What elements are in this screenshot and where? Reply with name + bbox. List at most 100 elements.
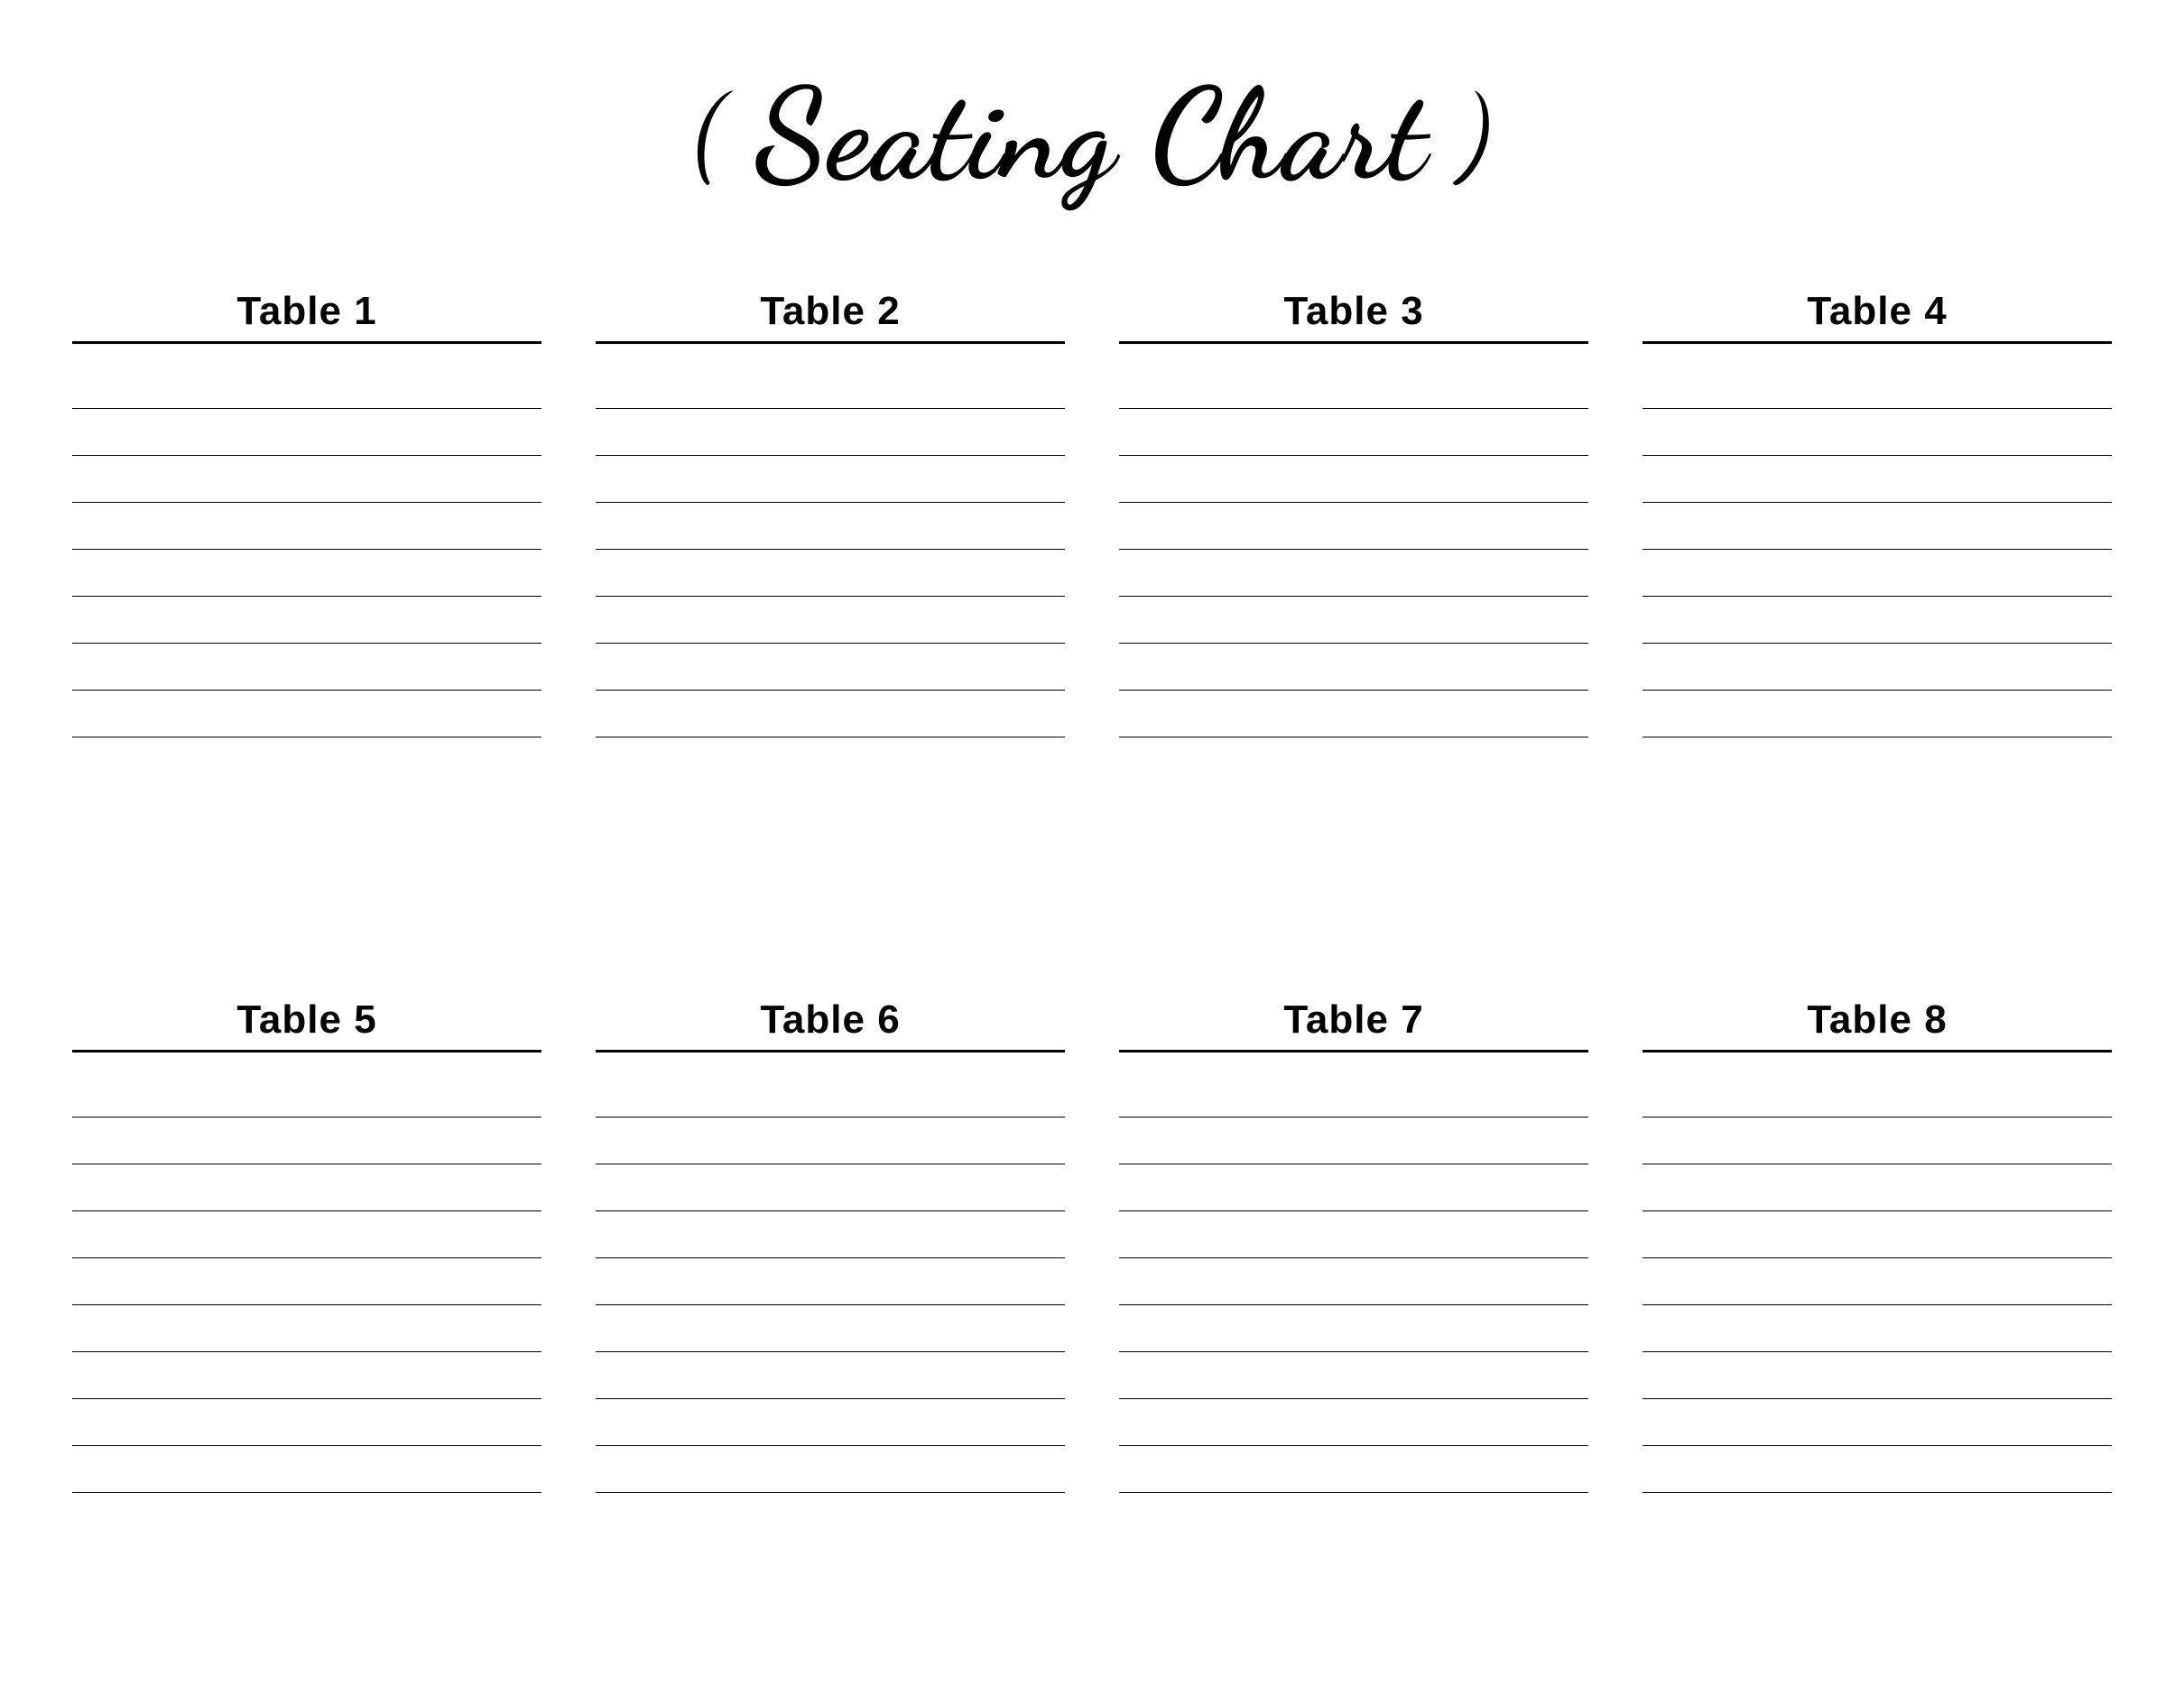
seat-line[interactable] xyxy=(72,1352,541,1399)
seat-line[interactable] xyxy=(72,1164,541,1211)
seat-line[interactable] xyxy=(596,1446,1065,1493)
table-1-lines xyxy=(72,362,541,925)
table-section-5: Table 5 xyxy=(72,997,541,1634)
seat-line[interactable] xyxy=(596,550,1065,597)
seat-line[interactable] xyxy=(1643,1071,2112,1118)
seat-line[interactable] xyxy=(1119,409,1588,456)
seat-line[interactable] xyxy=(596,1071,1065,1118)
seat-line[interactable] xyxy=(1119,1211,1588,1258)
seat-line[interactable] xyxy=(1119,1118,1588,1164)
page-title: Seating Chart xyxy=(690,72,1493,199)
table-7-title: Table 7 xyxy=(1119,997,1588,1053)
table-2-header: Table 2 xyxy=(596,289,1065,344)
table-6-lines xyxy=(596,1071,1065,1634)
seat-line[interactable] xyxy=(72,1258,541,1305)
table-6-title: Table 6 xyxy=(596,997,1065,1053)
table-4-title: Table 4 xyxy=(1643,289,2112,344)
seat-line[interactable] xyxy=(1643,1258,2112,1305)
table-3-header: Table 3 xyxy=(1119,289,1588,344)
seat-line[interactable] xyxy=(596,1399,1065,1446)
table-7-lines xyxy=(1119,1071,1588,1634)
seat-line[interactable] xyxy=(72,1071,541,1118)
seat-line[interactable] xyxy=(72,597,541,644)
seat-line[interactable] xyxy=(1119,456,1588,503)
seat-line[interactable] xyxy=(596,456,1065,503)
table-6-header: Table 6 xyxy=(596,997,1065,1053)
seat-line[interactable] xyxy=(1643,503,2112,550)
table-5-header: Table 5 xyxy=(72,997,541,1053)
seat-line[interactable] xyxy=(72,1118,541,1164)
seat-line[interactable] xyxy=(1643,1352,2112,1399)
seat-line[interactable] xyxy=(72,691,541,737)
table-section-2: Table 2 xyxy=(596,289,1065,925)
seat-line[interactable] xyxy=(1119,1071,1588,1118)
seat-line[interactable] xyxy=(72,409,541,456)
seat-line[interactable] xyxy=(596,644,1065,691)
table-section-1: Table 1 xyxy=(72,289,541,925)
table-4-header: Table 4 xyxy=(1643,289,2112,344)
seat-line[interactable] xyxy=(1643,1399,2112,1446)
seat-line[interactable] xyxy=(1643,409,2112,456)
seat-line[interactable] xyxy=(1643,550,2112,597)
seat-line[interactable] xyxy=(596,1211,1065,1258)
seat-line[interactable] xyxy=(1643,456,2112,503)
seat-line[interactable] xyxy=(596,409,1065,456)
seat-line[interactable] xyxy=(1119,1258,1588,1305)
seat-line[interactable] xyxy=(1119,1399,1588,1446)
title-area: Seating Chart xyxy=(72,36,2112,235)
seat-line[interactable] xyxy=(1119,1352,1588,1399)
seat-line[interactable] xyxy=(1119,691,1588,737)
seat-line[interactable] xyxy=(72,1305,541,1352)
table-section-6: Table 6 xyxy=(596,997,1065,1634)
table-5-title: Table 5 xyxy=(72,997,541,1053)
seat-line[interactable] xyxy=(1119,362,1588,409)
seat-line[interactable] xyxy=(1643,691,2112,737)
table-3-lines xyxy=(1119,362,1588,925)
seat-line[interactable] xyxy=(596,1305,1065,1352)
seat-line[interactable] xyxy=(1643,644,2112,691)
seat-line[interactable] xyxy=(72,550,541,597)
seat-line[interactable] xyxy=(596,691,1065,737)
seat-line[interactable] xyxy=(596,1118,1065,1164)
page: Seating Chart Table 1 Table 2 xyxy=(0,0,2184,1688)
table-2-title: Table 2 xyxy=(596,289,1065,344)
seat-line[interactable] xyxy=(596,1164,1065,1211)
seat-line[interactable] xyxy=(1119,644,1588,691)
table-section-7: Table 7 xyxy=(1119,997,1588,1634)
seat-line[interactable] xyxy=(72,644,541,691)
seat-line[interactable] xyxy=(1643,1446,2112,1493)
seat-line[interactable] xyxy=(1119,503,1588,550)
table-8-lines xyxy=(1643,1071,2112,1634)
seat-line[interactable] xyxy=(1643,1305,2112,1352)
seat-line[interactable] xyxy=(596,1352,1065,1399)
table-8-header: Table 8 xyxy=(1643,997,2112,1053)
seat-line[interactable] xyxy=(1643,1211,2112,1258)
table-section-3: Table 3 xyxy=(1119,289,1588,925)
table-7-header: Table 7 xyxy=(1119,997,1588,1053)
table-1-title: Table 1 xyxy=(72,289,541,344)
seat-line[interactable] xyxy=(596,1258,1065,1305)
seat-line[interactable] xyxy=(1119,1305,1588,1352)
table-section-8: Table 8 xyxy=(1643,997,2112,1634)
seat-line[interactable] xyxy=(1643,597,2112,644)
seat-line[interactable] xyxy=(1643,362,2112,409)
seat-line[interactable] xyxy=(596,362,1065,409)
seat-line[interactable] xyxy=(72,503,541,550)
seat-line[interactable] xyxy=(596,503,1065,550)
seat-line[interactable] xyxy=(72,1399,541,1446)
seat-line[interactable] xyxy=(72,362,541,409)
seat-line[interactable] xyxy=(1643,1164,2112,1211)
seat-line[interactable] xyxy=(1119,550,1588,597)
seat-line[interactable] xyxy=(1119,1446,1588,1493)
seat-line[interactable] xyxy=(72,1446,541,1493)
seat-line[interactable] xyxy=(1643,1118,2112,1164)
seat-line[interactable] xyxy=(1119,1164,1588,1211)
table-3-title: Table 3 xyxy=(1119,289,1588,344)
table-section-4: Table 4 xyxy=(1643,289,2112,925)
seat-line[interactable] xyxy=(596,597,1065,644)
seat-line[interactable] xyxy=(72,1211,541,1258)
table-2-lines xyxy=(596,362,1065,925)
table-4-lines xyxy=(1643,362,2112,925)
seat-line[interactable] xyxy=(72,456,541,503)
seat-line[interactable] xyxy=(1119,597,1588,644)
